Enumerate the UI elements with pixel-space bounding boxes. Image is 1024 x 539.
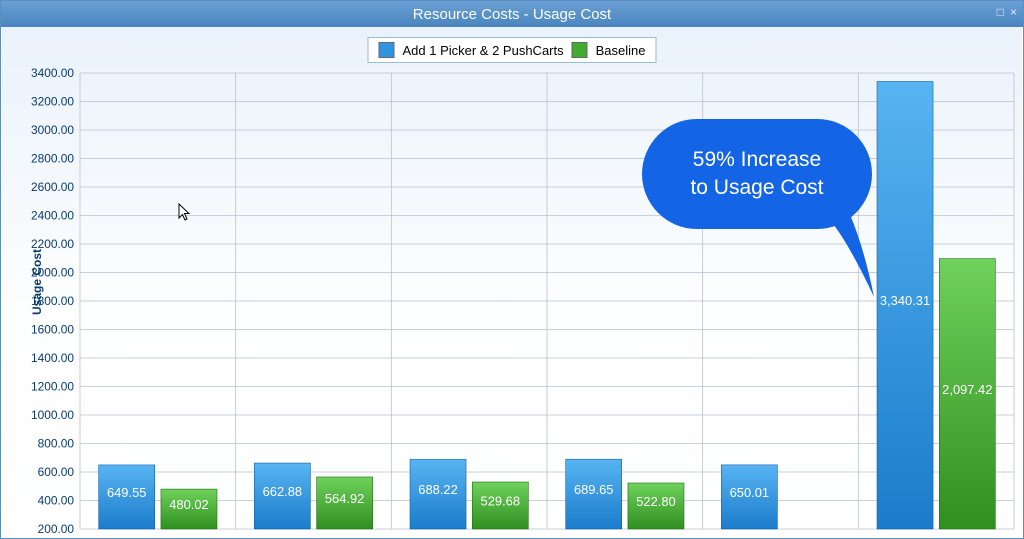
svg-text:564.92: 564.92 <box>325 491 364 506</box>
close-icon[interactable]: × <box>1010 5 1017 19</box>
chart-window: Resource Costs - Usage Cost □ × Add 1 Pi… <box>0 0 1024 539</box>
svg-text:1800.00: 1800.00 <box>31 294 74 308</box>
svg-text:688.22: 688.22 <box>418 482 457 497</box>
svg-text:650.01: 650.01 <box>730 485 769 500</box>
svg-text:689.65: 689.65 <box>574 482 613 497</box>
legend: Add 1 Picker & 2 PushCarts Baseline <box>367 37 656 63</box>
callout-line2: to Usage Cost <box>690 176 823 199</box>
svg-text:3200.00: 3200.00 <box>31 94 74 108</box>
svg-text:400.00: 400.00 <box>38 493 75 507</box>
svg-text:200.00: 200.00 <box>38 522 75 536</box>
svg-text:800.00: 800.00 <box>38 436 75 450</box>
svg-text:3400.00: 3400.00 <box>31 66 74 80</box>
y-ticks: 200.00 400.00 600.00 800.00 1000.00 1200.00 14… <box>31 66 74 536</box>
chart-area: Add 1 Picker & 2 PushCarts Baseline Usag… <box>2 27 1022 537</box>
svg-text:1600.00: 1600.00 <box>31 322 74 336</box>
svg-text:600.00: 600.00 <box>38 465 75 479</box>
svg-text:2400.00: 2400.00 <box>31 208 74 222</box>
svg-text:3000.00: 3000.00 <box>31 123 74 137</box>
svg-text:529.68: 529.68 <box>481 494 520 509</box>
titlebar: Resource Costs - Usage Cost □ × <box>1 1 1023 27</box>
svg-text:2,097.42: 2,097.42 <box>942 382 992 397</box>
window-title: Resource Costs - Usage Cost <box>413 6 611 23</box>
legend-label-b: Baseline <box>596 43 646 58</box>
svg-text:649.55: 649.55 <box>107 485 146 500</box>
svg-text:522.80: 522.80 <box>636 494 675 509</box>
legend-swatch-b <box>572 42 588 58</box>
callout-tail-icon <box>802 197 892 307</box>
svg-text:2600.00: 2600.00 <box>31 180 74 194</box>
svg-text:1000.00: 1000.00 <box>31 408 74 422</box>
svg-text:1200.00: 1200.00 <box>31 379 74 393</box>
callout-bubble: 59% Increase to Usage Cost <box>642 119 872 229</box>
callout-line1: 59% Increase <box>693 148 821 171</box>
svg-text:480.02: 480.02 <box>169 497 208 512</box>
legend-label-a: Add 1 Picker & 2 PushCarts <box>402 43 563 58</box>
maximize-icon[interactable]: □ <box>997 5 1004 19</box>
svg-text:1400.00: 1400.00 <box>31 351 74 365</box>
svg-text:2200.00: 2200.00 <box>31 237 74 251</box>
bar-labels: 649.55 480.02 662.88 564.92 688.22 529.68 689.… <box>107 293 992 512</box>
svg-text:2000.00: 2000.00 <box>31 265 74 279</box>
legend-swatch-a <box>378 42 394 58</box>
svg-text:2800.00: 2800.00 <box>31 151 74 165</box>
svg-text:662.88: 662.88 <box>263 484 302 499</box>
